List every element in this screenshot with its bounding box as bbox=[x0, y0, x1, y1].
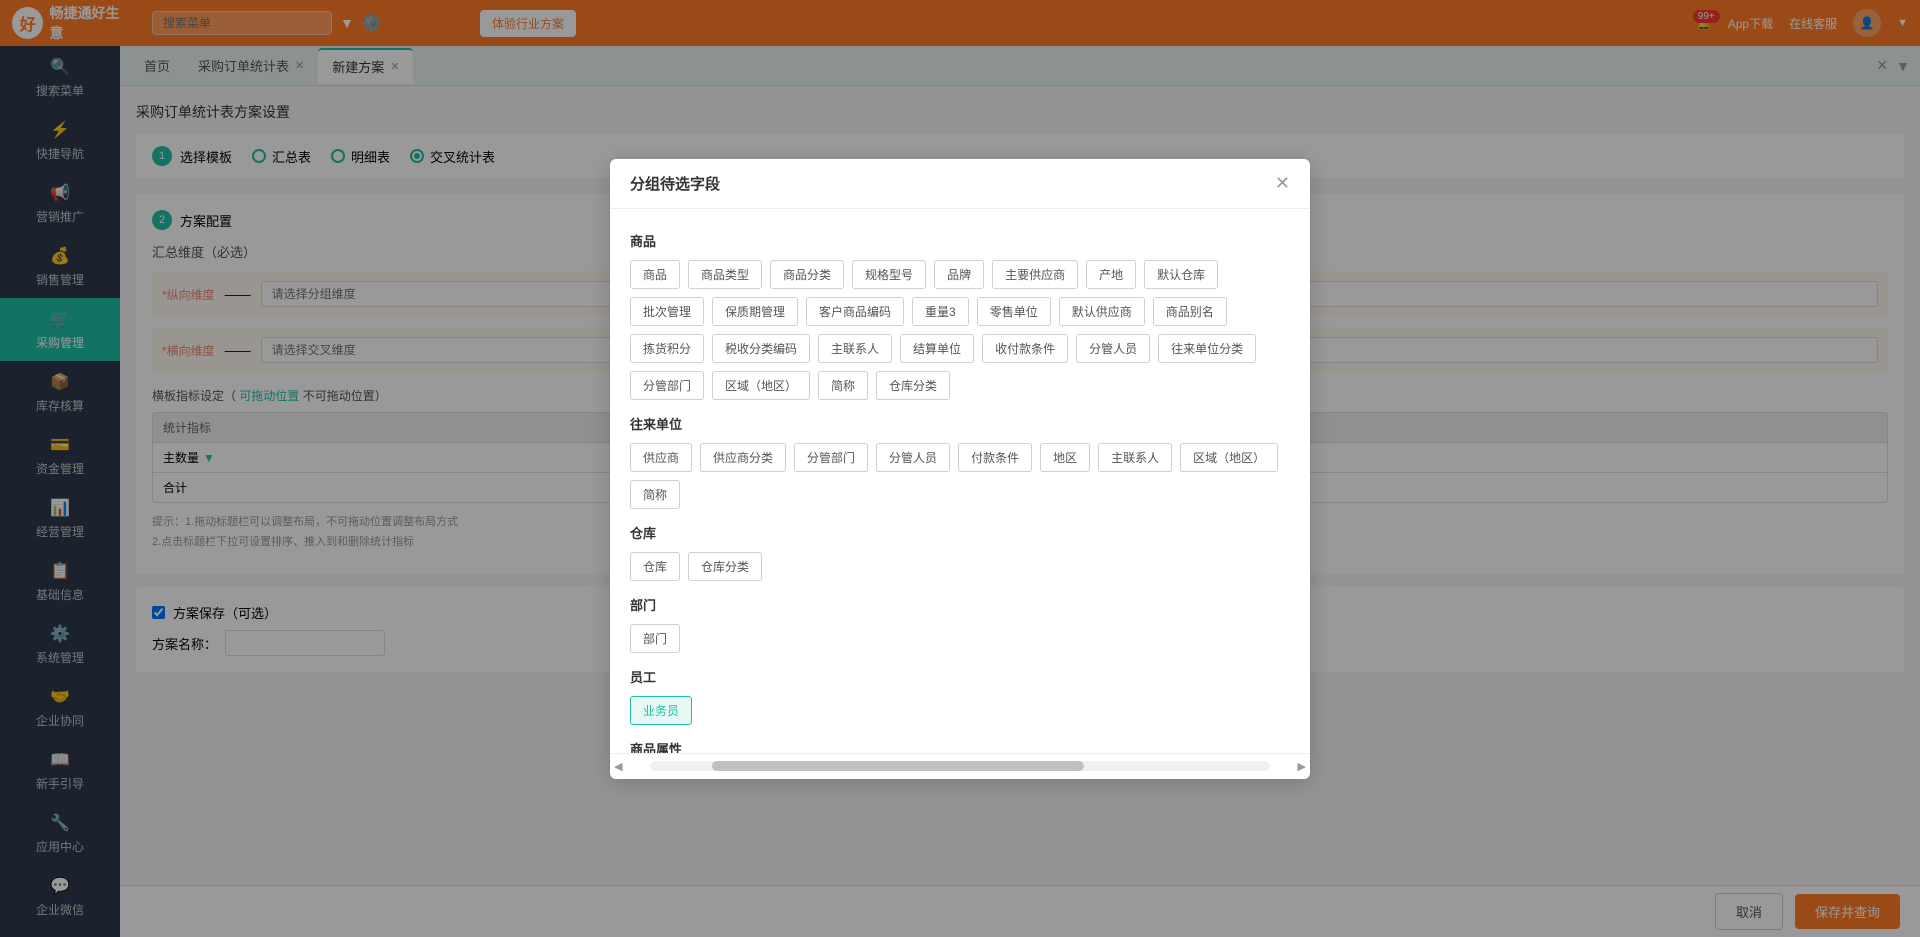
section-title-warehouse: 仓库 bbox=[630, 523, 1290, 542]
field-grid-goods: 商品 商品类型 商品分类 规格型号 品牌 主要供应商 产地 默认仓库 批次管理 … bbox=[630, 260, 1290, 400]
modal-body: 商品 商品 商品类型 商品分类 规格型号 品牌 主要供应商 产地 默认仓库 批次… bbox=[610, 209, 1310, 753]
field-tag-partner-4[interactable]: 付款条件 bbox=[958, 443, 1032, 472]
field-grid-department: 部门 bbox=[630, 624, 1290, 653]
section-title-partner: 往来单位 bbox=[630, 414, 1290, 433]
field-tag-goods-8[interactable]: 批次管理 bbox=[630, 297, 704, 326]
field-tag-partner-7[interactable]: 区域（地区） bbox=[1180, 443, 1278, 472]
field-grid-warehouse: 仓库 仓库分类 bbox=[630, 552, 1290, 581]
field-tag-goods-10[interactable]: 客户商品编码 bbox=[806, 297, 904, 326]
field-tag-goods-11[interactable]: 重量3 bbox=[912, 297, 969, 326]
scroll-left-arrow[interactable]: ◀ bbox=[610, 760, 626, 773]
modal-hscrollbar[interactable] bbox=[650, 761, 1269, 771]
field-tag-goods-15[interactable]: 拣货积分 bbox=[630, 334, 704, 363]
modal-title: 分组待选字段 bbox=[630, 173, 720, 194]
field-tag-goods-1[interactable]: 商品类型 bbox=[688, 260, 762, 289]
field-tag-goods-6[interactable]: 产地 bbox=[1086, 260, 1136, 289]
modal: 分组待选字段 ✕ 商品 商品 商品类型 商品分类 规格型号 品牌 主要供应商 产… bbox=[610, 159, 1310, 779]
field-tag-goods-4[interactable]: 品牌 bbox=[934, 260, 984, 289]
field-grid-partner: 供应商 供应商分类 分管部门 分管人员 付款条件 地区 主联系人 区域（地区） … bbox=[630, 443, 1290, 509]
field-tag-partner-1[interactable]: 供应商分类 bbox=[700, 443, 786, 472]
modal-header: 分组待选字段 ✕ bbox=[610, 159, 1310, 209]
field-tag-goods-17[interactable]: 主联系人 bbox=[818, 334, 892, 363]
modal-close-button[interactable]: ✕ bbox=[1275, 174, 1290, 192]
field-tag-warehouse-0[interactable]: 仓库 bbox=[630, 552, 680, 581]
field-tag-goods-20[interactable]: 分管人员 bbox=[1076, 334, 1150, 363]
field-tag-goods-18[interactable]: 结算单位 bbox=[900, 334, 974, 363]
field-tag-goods-13[interactable]: 默认供应商 bbox=[1059, 297, 1145, 326]
field-tag-partner-3[interactable]: 分管人员 bbox=[876, 443, 950, 472]
field-tag-goods-19[interactable]: 收付款条件 bbox=[982, 334, 1068, 363]
scroll-right-arrow[interactable]: ▶ bbox=[1294, 760, 1310, 773]
field-tag-goods-9[interactable]: 保质期管理 bbox=[712, 297, 798, 326]
field-tag-partner-6[interactable]: 主联系人 bbox=[1098, 443, 1172, 472]
modal-overlay: 分组待选字段 ✕ 商品 商品 商品类型 商品分类 规格型号 品牌 主要供应商 产… bbox=[0, 0, 1920, 937]
field-tag-dept-0[interactable]: 部门 bbox=[630, 624, 680, 653]
field-tag-goods-25[interactable]: 仓库分类 bbox=[876, 371, 950, 400]
section-title-goods: 商品 bbox=[630, 231, 1290, 250]
modal-scrollbar-area: ◀ ▶ bbox=[610, 753, 1310, 779]
field-tag-warehouse-1[interactable]: 仓库分类 bbox=[688, 552, 762, 581]
section-title-product-attr: 商品属性 bbox=[630, 739, 1290, 753]
field-tag-goods-3[interactable]: 规格型号 bbox=[852, 260, 926, 289]
field-tag-goods-0[interactable]: 商品 bbox=[630, 260, 680, 289]
field-tag-goods-22[interactable]: 分管部门 bbox=[630, 371, 704, 400]
field-tag-goods-14[interactable]: 商品别名 bbox=[1153, 297, 1227, 326]
modal-scrollbar-row: ◀ ▶ bbox=[610, 760, 1310, 773]
field-tag-partner-8[interactable]: 简称 bbox=[630, 480, 680, 509]
field-grid-staff: 业务员 bbox=[630, 696, 1290, 725]
field-tag-goods-12[interactable]: 零售单位 bbox=[977, 297, 1051, 326]
field-tag-goods-16[interactable]: 税收分类编码 bbox=[712, 334, 810, 363]
section-title-department: 部门 bbox=[630, 595, 1290, 614]
field-tag-staff-0[interactable]: 业务员 bbox=[630, 696, 692, 725]
field-tag-goods-23[interactable]: 区域（地区） bbox=[712, 371, 810, 400]
field-tag-goods-7[interactable]: 默认仓库 bbox=[1144, 260, 1218, 289]
field-tag-goods-2[interactable]: 商品分类 bbox=[770, 260, 844, 289]
field-tag-partner-0[interactable]: 供应商 bbox=[630, 443, 692, 472]
field-tag-goods-21[interactable]: 往来单位分类 bbox=[1158, 334, 1256, 363]
field-tag-goods-5[interactable]: 主要供应商 bbox=[992, 260, 1078, 289]
modal-hscrollbar-thumb bbox=[712, 761, 1083, 771]
field-tag-goods-24[interactable]: 简称 bbox=[818, 371, 868, 400]
field-tag-partner-5[interactable]: 地区 bbox=[1040, 443, 1090, 472]
field-tag-partner-2[interactable]: 分管部门 bbox=[794, 443, 868, 472]
section-title-staff: 员工 bbox=[630, 667, 1290, 686]
